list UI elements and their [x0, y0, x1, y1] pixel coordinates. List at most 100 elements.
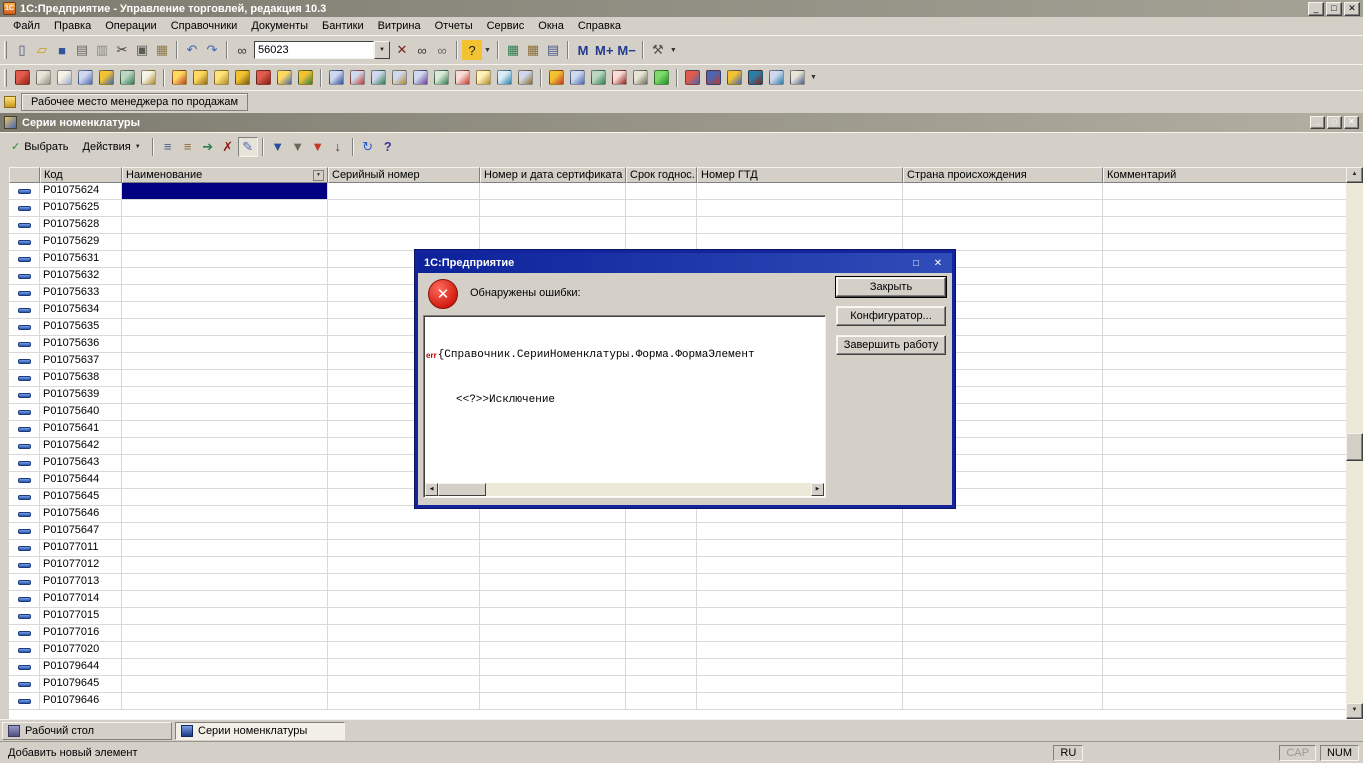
actions-button[interactable]: Действия ▼: [76, 136, 148, 158]
table-row[interactable]: P01079646: [9, 693, 1346, 710]
column-header[interactable]: Серийный номер: [328, 167, 480, 183]
new-file-icon[interactable]: ▯: [12, 40, 32, 60]
menu-item[interactable]: Бантики: [315, 18, 371, 34]
payment-in-icon[interactable]: [214, 70, 229, 85]
table-row[interactable]: P01075629: [9, 234, 1346, 251]
restore-button[interactable]: □: [1326, 1, 1342, 16]
table-row[interactable]: P01075647: [9, 523, 1346, 540]
purchase-receipt-icon[interactable]: [329, 70, 344, 85]
table-row[interactable]: P01079645: [9, 676, 1346, 693]
refresh-icon[interactable]: ↻: [358, 137, 378, 157]
cut-icon[interactable]: ✂: [112, 40, 132, 60]
cash-in-order-icon[interactable]: [172, 70, 187, 85]
search-dropdown-icon[interactable]: ▼: [374, 41, 390, 59]
configurator-button[interactable]: Конфигуратор...: [836, 306, 946, 326]
memory-recall-icon[interactable]: M: [573, 40, 593, 60]
orders-report-icon[interactable]: [748, 70, 763, 85]
menu-item[interactable]: Витрина: [371, 18, 428, 34]
search-input[interactable]: [254, 41, 374, 59]
goods-transfer-icon[interactable]: [371, 70, 386, 85]
scroll-right-icon[interactable]: ▶: [811, 483, 824, 496]
menu-item[interactable]: Отчеты: [428, 18, 480, 34]
inventory-icon[interactable]: [413, 70, 428, 85]
error-text-area[interactable]: err{Справочник.СерииНоменклатуры.Форма.Ф…: [423, 315, 826, 498]
print-form-icon[interactable]: [36, 70, 51, 85]
table-row[interactable]: P01077016: [9, 625, 1346, 642]
menu-item[interactable]: Справка: [571, 18, 628, 34]
table-row[interactable]: P01075646: [9, 506, 1346, 523]
cash-book-icon[interactable]: [256, 70, 271, 85]
column-header[interactable]: Страна происхождения: [903, 167, 1103, 183]
table-row[interactable]: P01077012: [9, 557, 1346, 574]
nomenclature-icon[interactable]: [120, 70, 135, 85]
print-icon[interactable]: ▤: [72, 40, 92, 60]
customer-order-icon[interactable]: [434, 70, 449, 85]
cash-out-order-icon[interactable]: [193, 70, 208, 85]
table-row[interactable]: P01077011: [9, 540, 1346, 557]
debt-report-icon[interactable]: [612, 70, 627, 85]
purchases-plan-report-icon[interactable]: [706, 70, 721, 85]
child-close-button[interactable]: ✕: [1344, 116, 1359, 129]
find-icon[interactable]: ∞: [232, 40, 252, 60]
toolbar-grip[interactable]: [4, 68, 7, 87]
dialog-close-icon[interactable]: ✕: [930, 258, 946, 269]
help-icon[interactable]: ?: [378, 137, 398, 157]
advance-report-icon[interactable]: [277, 70, 292, 85]
exchange-icon[interactable]: [769, 70, 784, 85]
calculator-icon[interactable]: ▤: [543, 40, 563, 60]
column-header[interactable]: Комментарий: [1103, 167, 1346, 183]
clear-search-icon[interactable]: ✕: [392, 40, 412, 60]
column-header[interactable]: Наименование ▼: [122, 167, 328, 183]
window-tab[interactable]: Серии номенклатуры: [175, 721, 345, 740]
find-in-list-icon[interactable]: ∞: [412, 40, 432, 60]
undo-icon[interactable]: ↶: [182, 40, 202, 60]
column-header[interactable]: Номер и дата сертификата: [480, 167, 626, 183]
filter-sort-icon[interactable]: ▼: [268, 137, 288, 157]
memory-add-icon[interactable]: M+: [593, 40, 615, 60]
minimize-button[interactable]: _: [1308, 1, 1324, 16]
table-row[interactable]: P01079644: [9, 659, 1346, 676]
table-row[interactable]: P01075625: [9, 200, 1346, 217]
save-icon[interactable]: ■: [52, 40, 72, 60]
turnover-report-icon[interactable]: [591, 70, 606, 85]
select-button[interactable]: ✓ Выбрать: [4, 136, 76, 158]
tree-levels-icon[interactable]: ≡: [178, 137, 198, 157]
open-folder-icon[interactable]: ▱: [32, 40, 52, 60]
service-settings-icon[interactable]: [790, 70, 805, 85]
goods-return-icon[interactable]: [392, 70, 407, 85]
move-to-group-icon[interactable]: ➔: [198, 137, 218, 157]
redo-icon[interactable]: ↷: [202, 40, 222, 60]
child-minimize-button[interactable]: _: [1310, 116, 1325, 129]
invoice-issued-icon[interactable]: [476, 70, 491, 85]
close-button[interactable]: ✕: [1344, 1, 1360, 16]
supplier-order-icon[interactable]: [455, 70, 470, 85]
dialog-horizontal-scrollbar[interactable]: ◀ ▶: [425, 483, 824, 496]
menu-item[interactable]: Операции: [98, 18, 163, 34]
menu-item[interactable]: Файл: [6, 18, 47, 34]
open-document-icon[interactable]: [57, 70, 72, 85]
table-row[interactable]: P01077015: [9, 608, 1346, 625]
formula-calc-icon[interactable]: ?: [462, 40, 482, 60]
shutdown-button[interactable]: Завершить работу: [836, 335, 946, 355]
h-scroll-thumb[interactable]: [438, 483, 486, 496]
table-icon[interactable]: ▦: [503, 40, 523, 60]
report-book-icon[interactable]: [15, 70, 30, 85]
find-next-icon[interactable]: ∞: [432, 40, 452, 60]
h-scroll-track[interactable]: [438, 483, 811, 496]
scroll-down-icon[interactable]: ▼: [1346, 703, 1363, 719]
cash-flow-report-icon[interactable]: [727, 70, 742, 85]
paste-icon[interactable]: ▦: [152, 40, 172, 60]
calendar-icon[interactable]: ▦: [523, 40, 543, 60]
scroll-left-icon[interactable]: ◀: [425, 483, 438, 496]
table-row[interactable]: P01077013: [9, 574, 1346, 591]
vertical-scrollbar[interactable]: ▲ ▼: [1346, 167, 1363, 719]
tools-icon[interactable]: ⚒: [648, 40, 668, 60]
close-error-button[interactable]: Закрыть: [836, 277, 946, 297]
currency-icon[interactable]: [298, 70, 313, 85]
table-row[interactable]: P01077014: [9, 591, 1346, 608]
gtd-import-icon[interactable]: [518, 70, 533, 85]
documents-journal-icon[interactable]: [78, 70, 93, 85]
payment-out-icon[interactable]: [235, 70, 250, 85]
window-tab[interactable]: Рабочий стол: [2, 721, 172, 740]
toolbar-grip[interactable]: [4, 41, 7, 59]
